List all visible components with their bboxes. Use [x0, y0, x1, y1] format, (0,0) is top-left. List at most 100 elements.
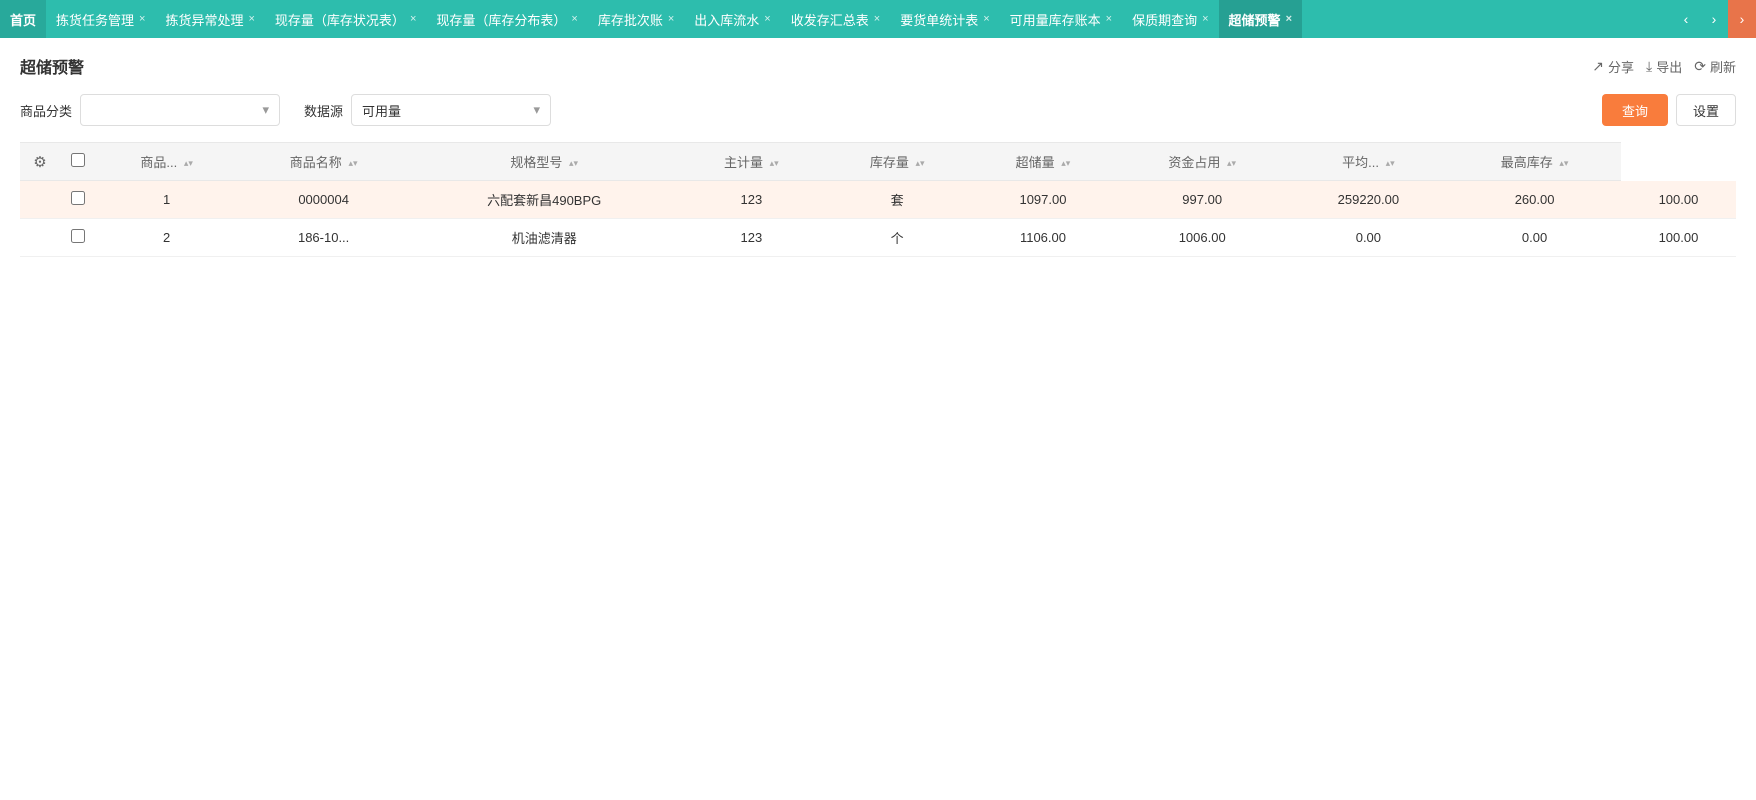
nav-item-7[interactable]: 要货单统计表× — [890, 0, 999, 38]
row-avg-1: 0.00 — [1448, 219, 1621, 257]
nav-close-9[interactable]: × — [1202, 13, 1208, 25]
table-body: 10000004六配套新昌490BPG123套1097.00997.002592… — [20, 181, 1736, 257]
th-spec[interactable]: 规格型号 ▴▾ — [410, 143, 678, 181]
nav-arrows: ‹ › › — [1672, 0, 1756, 38]
th-code[interactable]: 商品... ▴▾ — [96, 143, 237, 181]
row-spec-1: 123 — [678, 219, 824, 257]
nav-more-button[interactable]: › — [1728, 0, 1756, 38]
row-unit-0: 套 — [824, 181, 970, 219]
nav-close-8[interactable]: × — [1106, 13, 1112, 25]
refresh-button[interactable]: ⟳ 刷新 — [1694, 57, 1736, 76]
row-num-0: 1 — [96, 181, 237, 219]
nav-close-2[interactable]: × — [410, 13, 416, 25]
page-content: 超储预警 ↗ 分享 ⤓ 导出 ⟳ 刷新 商品分类 ▾ 数据源 — [0, 38, 1756, 800]
nav-close-1[interactable]: × — [248, 13, 254, 25]
nav-close-10[interactable]: × — [1286, 13, 1292, 25]
export-icon: ⤓ — [1646, 58, 1652, 75]
row-checkbox-1[interactable] — [71, 229, 85, 243]
nav-item-0[interactable]: 拣货任务管理× — [46, 0, 155, 38]
data-table: ⚙ 商品... ▴▾ 商品名称 ▴▾ 规格型号 ▴▾ 主计 — [20, 142, 1736, 257]
refresh-icon: ⟳ — [1694, 58, 1706, 75]
sort-arrows-spec: ▴▾ — [569, 159, 578, 168]
row-maxstock-0: 100.00 — [1621, 181, 1736, 219]
nav-close-7[interactable]: × — [983, 13, 989, 25]
row-maxstock-1: 100.00 — [1621, 219, 1736, 257]
nav-item-10[interactable]: 超储预警× — [1219, 0, 1302, 38]
sort-arrows-stock: ▴▾ — [915, 159, 924, 168]
nav-home[interactable]: 首页 — [0, 0, 46, 38]
nav-item-4[interactable]: 库存批次账× — [588, 0, 684, 38]
table-row: 2186-10...机油滤清器123个1106.001006.000.000.0… — [20, 219, 1736, 257]
sort-arrows-name: ▴▾ — [348, 159, 357, 168]
sort-arrows-avg: ▴▾ — [1386, 159, 1395, 168]
th-stock[interactable]: 库存量 ▴▾ — [824, 143, 970, 181]
row-stock-0: 1097.00 — [970, 181, 1116, 219]
nav-prev-button[interactable]: ‹ — [1672, 0, 1700, 38]
row-gear-cell — [20, 219, 60, 257]
row-code-0: 0000004 — [237, 181, 410, 219]
th-capital[interactable]: 资金占用 ▴▾ — [1116, 143, 1289, 181]
datasource-dropdown-icon: ▾ — [534, 102, 541, 118]
row-capital-1: 0.00 — [1289, 219, 1449, 257]
row-code-1: 186-10... — [237, 219, 410, 257]
nav-close-4[interactable]: × — [668, 13, 674, 25]
row-spec-0: 123 — [678, 181, 824, 219]
th-unit[interactable]: 主计量 ▴▾ — [678, 143, 824, 181]
row-name-0: 六配套新昌490BPG — [410, 181, 678, 219]
filter-action-buttons: 查询 设置 — [1602, 94, 1736, 126]
datasource-filter-group: 数据源 可用量 ▾ — [304, 94, 551, 126]
nav-close-5[interactable]: × — [764, 13, 770, 25]
datasource-label: 数据源 — [304, 101, 343, 120]
nav-next-button[interactable]: › — [1700, 0, 1728, 38]
th-over[interactable]: 超储量 ▴▾ — [970, 143, 1116, 181]
row-num-1: 2 — [96, 219, 237, 257]
datasource-select[interactable]: 可用量 ▾ — [351, 94, 551, 126]
row-capital-0: 259220.00 — [1289, 181, 1449, 219]
nav-close-0[interactable]: × — [139, 13, 145, 25]
gear-icon[interactable]: ⚙ — [33, 154, 46, 171]
query-button[interactable]: 查询 — [1602, 94, 1668, 126]
nav-item-3[interactable]: 现存量（库存分布表）× — [426, 0, 587, 38]
sort-arrows-maxstock: ▴▾ — [1559, 159, 1568, 168]
page-header: 超储预警 ↗ 分享 ⤓ 导出 ⟳ 刷新 — [20, 54, 1736, 78]
row-unit-1: 个 — [824, 219, 970, 257]
nav-item-2[interactable]: 现存量（库存状况表）× — [265, 0, 426, 38]
datasource-select-value: 可用量 — [362, 101, 401, 120]
row-name-1: 机油滤清器 — [410, 219, 678, 257]
sort-arrows-over: ▴▾ — [1061, 159, 1070, 168]
nav-item-5[interactable]: 出入库流水× — [684, 0, 780, 38]
category-filter-group: 商品分类 ▾ — [20, 94, 280, 126]
th-avg[interactable]: 平均... ▴▾ — [1289, 143, 1449, 181]
nav-item-1[interactable]: 拣货异常处理× — [155, 0, 264, 38]
category-dropdown-icon: ▾ — [262, 102, 269, 118]
sort-arrows-code: ▴▾ — [184, 159, 193, 168]
row-over-1: 1006.00 — [1116, 219, 1289, 257]
filter-row: 商品分类 ▾ 数据源 可用量 ▾ 查询 设置 — [20, 94, 1736, 126]
table-header: ⚙ 商品... ▴▾ 商品名称 ▴▾ 规格型号 ▴▾ 主计 — [20, 143, 1736, 181]
select-all-checkbox[interactable] — [71, 153, 85, 167]
th-gear: ⚙ — [20, 143, 60, 181]
nav-close-6[interactable]: × — [874, 13, 880, 25]
th-checkbox — [60, 143, 96, 181]
nav-item-9[interactable]: 保质期查询× — [1122, 0, 1218, 38]
row-checkbox-cell — [60, 181, 96, 219]
row-gear-cell — [20, 181, 60, 219]
row-checkbox-0[interactable] — [71, 191, 85, 205]
th-name[interactable]: 商品名称 ▴▾ — [237, 143, 410, 181]
category-label: 商品分类 — [20, 101, 72, 120]
row-avg-0: 260.00 — [1448, 181, 1621, 219]
table-row: 10000004六配套新昌490BPG123套1097.00997.002592… — [20, 181, 1736, 219]
sort-arrows-unit: ▴▾ — [770, 159, 779, 168]
top-navigation: 首页 拣货任务管理×拣货异常处理×现存量（库存状况表）×现存量（库存分布表）×库… — [0, 0, 1756, 38]
settings-button[interactable]: 设置 — [1676, 94, 1736, 126]
nav-item-6[interactable]: 收发存汇总表× — [781, 0, 890, 38]
export-button[interactable]: ⤓ 导出 — [1646, 57, 1682, 76]
row-checkbox-cell — [60, 219, 96, 257]
share-icon: ↗ — [1592, 58, 1604, 75]
nav-item-8[interactable]: 可用量库存账本× — [1000, 0, 1122, 38]
category-select[interactable]: ▾ — [80, 94, 280, 126]
th-maxstock[interactable]: 最高库存 ▴▾ — [1448, 143, 1621, 181]
share-button[interactable]: ↗ 分享 — [1592, 57, 1634, 76]
nav-close-3[interactable]: × — [571, 13, 577, 25]
header-actions: ↗ 分享 ⤓ 导出 ⟳ 刷新 — [1592, 57, 1736, 76]
